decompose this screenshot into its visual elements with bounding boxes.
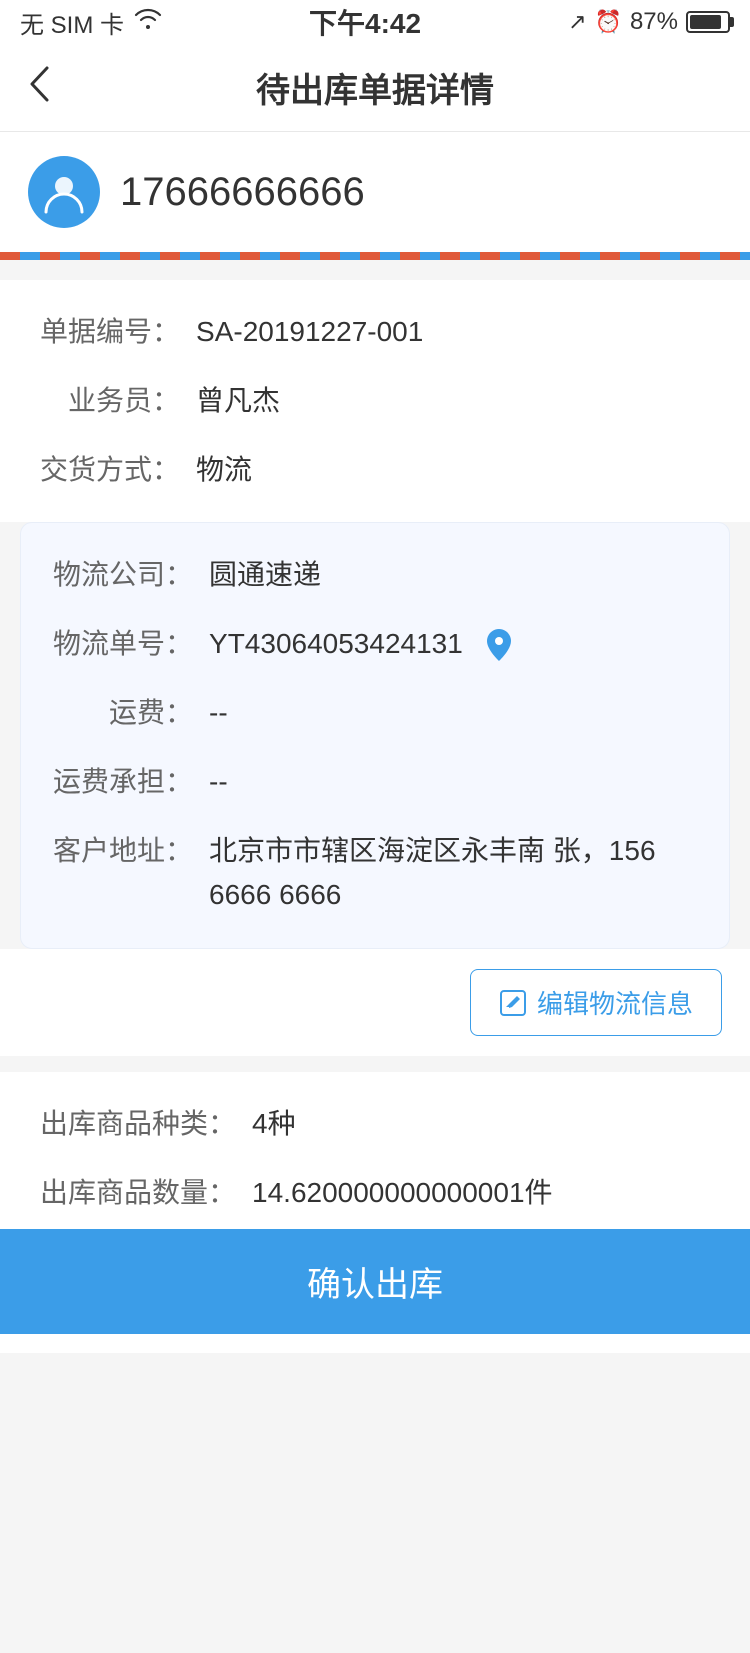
battery-percent: 87%: [630, 8, 678, 36]
tracking-value: YT43064053424131: [209, 622, 697, 667]
order-no-value: SA-20191227-001: [196, 310, 710, 355]
wifi-icon: [134, 8, 162, 37]
tracking-row: 物流单号： YT43064053424131: [53, 622, 697, 667]
time-display: 下午4:42: [309, 2, 421, 42]
freight-value: --: [209, 691, 697, 736]
goods-type-label: 出库商品种类：: [40, 1102, 236, 1147]
order-no-label: 单据编号：: [40, 310, 180, 355]
freight-bearer-label: 运费承担：: [53, 760, 193, 805]
alarm-icon: ⏰: [595, 9, 622, 35]
delivery-label: 交货方式：: [40, 448, 180, 493]
edit-logistics-button[interactable]: 编辑物流信息: [470, 969, 722, 1036]
location-status-icon: ↗: [568, 9, 586, 35]
address-value: 北京市市辖区海淀区永丰南 张，156 6666 6666: [209, 829, 697, 919]
page-title: 待出库单据详情: [256, 63, 494, 112]
customer-phone: 17666666666: [120, 170, 365, 215]
logistics-company-value: 圆通速递: [209, 553, 697, 598]
status-bar: 无 SIM 卡 下午4:42 ↗ ⏰ 87%: [0, 0, 750, 44]
content-spacer: [0, 1353, 750, 1553]
status-left: 无 SIM 卡: [20, 5, 162, 40]
goods-type-value: 4种: [252, 1102, 710, 1147]
freight-bearer-value: --: [209, 760, 697, 805]
logistics-card: 物流公司： 圆通速递 物流单号： YT43064053424131 运费： --: [20, 522, 730, 949]
freight-bearer-row: 运费承担： --: [53, 760, 697, 805]
confirm-btn-bar: 确认出库: [0, 1229, 750, 1334]
delivery-value: 物流: [196, 448, 710, 493]
address-row: 客户地址： 北京市市辖区海淀区永丰南 张，156 6666 6666: [53, 829, 697, 919]
battery-icon: [686, 11, 730, 33]
goods-quantity-label: 出库商品数量：: [40, 1171, 236, 1216]
tracking-label: 物流单号：: [53, 622, 193, 667]
confirm-outbound-button[interactable]: 确认出库: [0, 1257, 750, 1306]
delivery-row: 交货方式： 物流: [40, 448, 710, 493]
goods-section: 出库商品种类： 4种 出库商品数量： 14.620000000000001件: [0, 1072, 750, 1246]
salesman-row: 业务员： 曾凡杰: [40, 379, 710, 424]
status-right: ↗ ⏰ 87%: [568, 8, 730, 36]
address-label: 客户地址：: [53, 829, 193, 874]
customer-header: 17666666666: [0, 132, 750, 252]
goods-quantity-value: 14.620000000000001件: [252, 1171, 710, 1216]
nav-bar: 待出库单据详情: [0, 44, 750, 132]
order-info-section: 单据编号： SA-20191227-001 业务员： 曾凡杰 交货方式： 物流: [0, 280, 750, 522]
back-button[interactable]: [28, 65, 50, 110]
goods-type-row: 出库商品种类： 4种: [40, 1102, 710, 1147]
salesman-value: 曾凡杰: [196, 379, 710, 424]
location-pin-icon: [479, 625, 519, 665]
section-divider-1: [0, 1056, 750, 1072]
order-no-row: 单据编号： SA-20191227-001: [40, 310, 710, 355]
edit-logistics-area: 编辑物流信息: [0, 949, 750, 1056]
salesman-label: 业务员：: [40, 379, 180, 424]
avatar: [28, 156, 100, 228]
freight-label: 运费：: [53, 691, 193, 736]
pattern-divider: [0, 252, 750, 260]
logistics-company-label: 物流公司：: [53, 553, 193, 598]
logistics-company-row: 物流公司： 圆通速递: [53, 553, 697, 598]
goods-quantity-row: 出库商品数量： 14.620000000000001件: [40, 1171, 710, 1216]
freight-row: 运费： --: [53, 691, 697, 736]
carrier-label: 无 SIM 卡: [20, 5, 124, 40]
